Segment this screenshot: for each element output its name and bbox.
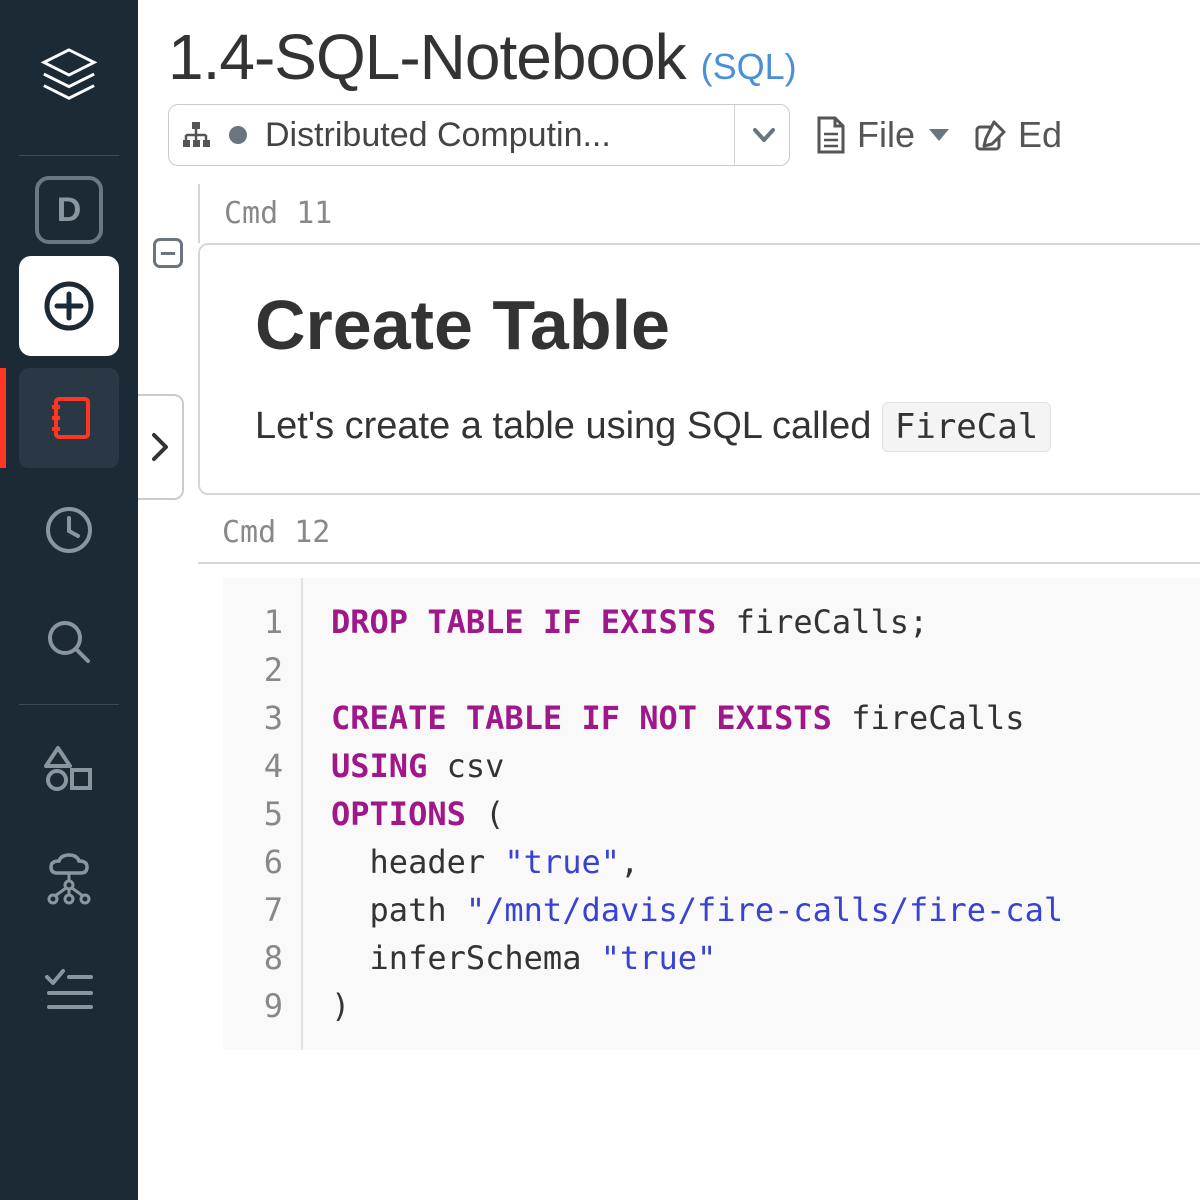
file-label: File	[857, 114, 915, 156]
clock-icon	[43, 504, 95, 556]
databricks-logo[interactable]	[19, 25, 119, 125]
line-num: 7	[223, 886, 283, 934]
line-num: 1	[223, 598, 283, 646]
language-badge[interactable]: (SQL)	[701, 46, 797, 88]
code-cell[interactable]: 1 2 3 4 5 6 7 8 9 DROP TABLE IF EXISTS f…	[198, 562, 1200, 1050]
cluster-name: Distributed Computin...	[265, 116, 716, 155]
cluster-status-dot	[229, 126, 247, 144]
cmd-label: Cmd 12	[198, 503, 1200, 562]
checklist-icon	[43, 965, 95, 1017]
collapse-cell-button[interactable]	[153, 238, 183, 268]
divider	[19, 704, 119, 705]
line-num: 2	[223, 646, 283, 694]
line-num: 4	[223, 742, 283, 790]
line-num: 3	[223, 694, 283, 742]
cluster-selector[interactable]: Distributed Computin...	[168, 104, 790, 166]
stack-icon	[40, 46, 98, 104]
md-body: Let's create a table using SQL called Fi…	[255, 400, 1160, 453]
inline-code: FireCal	[882, 402, 1051, 452]
code-editor[interactable]: 1 2 3 4 5 6 7 8 9 DROP TABLE IF EXISTS f…	[223, 578, 1200, 1050]
sitemap-icon	[181, 120, 211, 150]
left-sidebar: D	[0, 0, 138, 1200]
line-num: 8	[223, 934, 283, 982]
letter-d-icon: D	[57, 191, 82, 230]
cloud-network-icon	[41, 851, 97, 907]
sidebar-item-data[interactable]: D	[35, 176, 103, 244]
plus-circle-icon	[43, 280, 95, 332]
title-row: 1.4-SQL-Notebook (SQL)	[138, 0, 1200, 104]
chevron-right-icon	[150, 431, 170, 463]
line-num: 6	[223, 838, 283, 886]
sidebar-item-shapes[interactable]	[19, 717, 119, 817]
edit-icon	[974, 118, 1008, 152]
cell-cmd-11: Cmd 11 Create Table Let's create a table…	[198, 184, 1200, 495]
md-heading: Create Table	[255, 285, 1160, 365]
sidebar-item-clusters[interactable]	[19, 829, 119, 929]
file-menu[interactable]: File	[815, 114, 949, 156]
notebook-icon	[42, 391, 96, 445]
edit-label: Ed	[1018, 114, 1062, 156]
sidebar-item-create[interactable]	[19, 256, 119, 356]
cluster-dropdown-chevron[interactable]	[734, 105, 777, 165]
line-num: 5	[223, 790, 283, 838]
cell-cmd-12: Cmd 12 1 2 3 4 5 6 7 8 9 DROP TABLE IF E…	[198, 503, 1200, 1050]
sidebar-item-search[interactable]	[19, 592, 119, 692]
cells-area: Cmd 11 Create Table Let's create a table…	[138, 184, 1200, 1200]
chevron-down-icon	[751, 122, 777, 148]
shapes-icon	[42, 740, 96, 794]
line-gutter: 1 2 3 4 5 6 7 8 9	[223, 578, 303, 1050]
markdown-cell[interactable]: Create Table Let's create a table using …	[198, 243, 1200, 495]
search-icon	[44, 617, 94, 667]
notebook-title[interactable]: 1.4-SQL-Notebook	[168, 20, 686, 94]
file-icon	[815, 116, 847, 154]
sidebar-item-jobs[interactable]	[19, 941, 119, 1041]
edit-menu[interactable]: Ed	[974, 114, 1062, 156]
sidebar-item-recents[interactable]	[19, 480, 119, 580]
cmd-label: Cmd 11	[198, 184, 1200, 243]
expand-sidebar-button[interactable]	[138, 394, 184, 500]
divider	[19, 155, 119, 156]
caret-down-icon	[929, 129, 949, 141]
toolbar: Distributed Computin... File	[138, 104, 1200, 184]
line-num: 9	[223, 982, 283, 1030]
main-content: 1.4-SQL-Notebook (SQL) Distributed Compu…	[138, 0, 1200, 1200]
md-body-text: Let's create a table using SQL called	[255, 405, 882, 447]
code-body[interactable]: DROP TABLE IF EXISTS fireCalls; CREATE T…	[303, 578, 1063, 1050]
sidebar-item-workspace[interactable]	[19, 368, 119, 468]
